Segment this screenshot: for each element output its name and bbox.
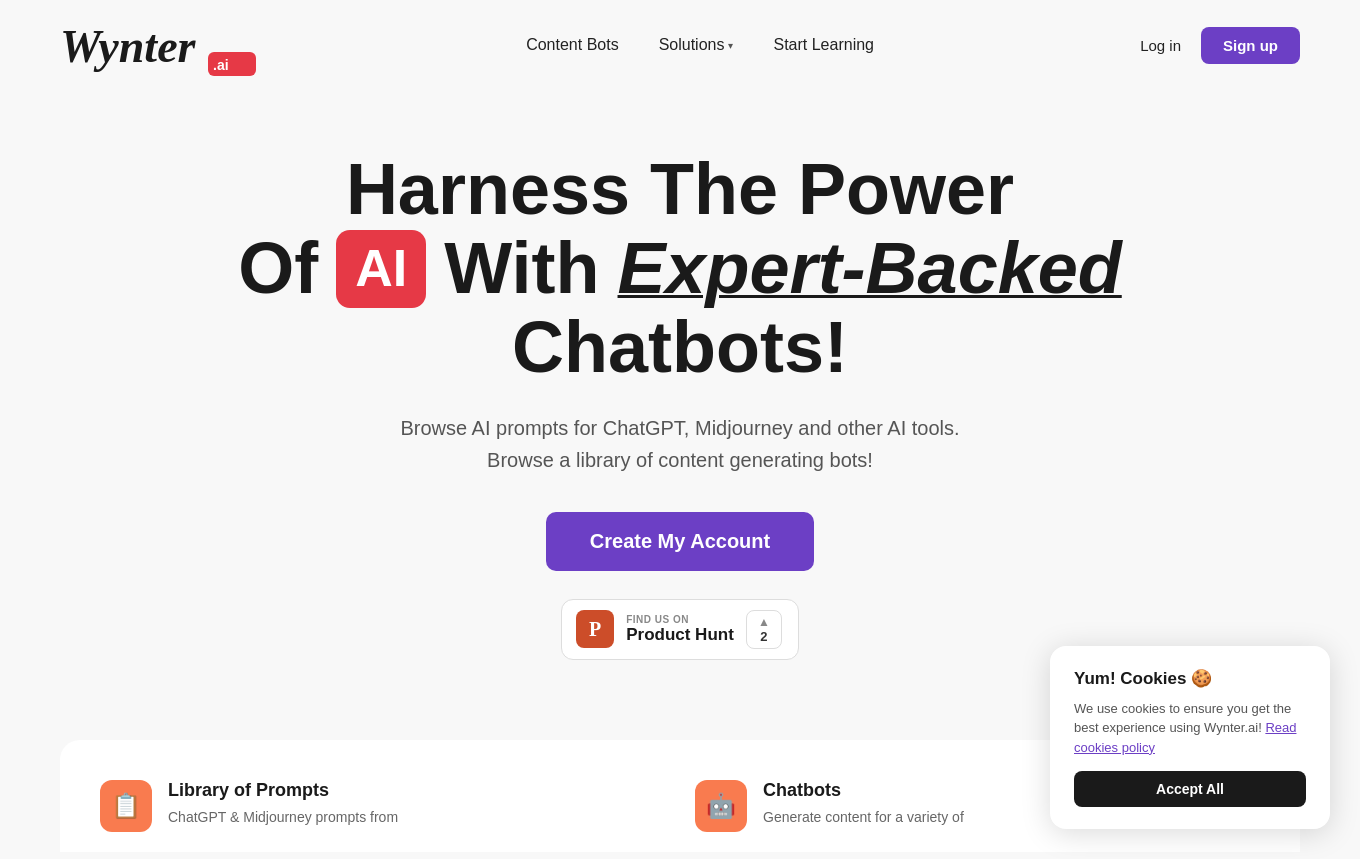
hero-section: Harness The Power Of AI With Expert-Back… [0,90,1360,700]
feature-prompts-content: Library of Prompts ChatGPT & Midjourney … [168,780,398,828]
logo[interactable]: Wynter .ai [60,10,260,80]
ph-upvote-icon: ▲ [758,615,770,629]
nav-start-learning[interactable]: Start Learning [773,36,874,54]
ph-vote-count: 2 [760,629,767,644]
svg-text:.ai: .ai [213,57,229,73]
hero-title-chatbots: Chatbots! [230,308,1130,387]
accept-cookies-button[interactable]: Accept All [1074,771,1306,807]
nav-content-bots[interactable]: Content Bots [526,36,619,54]
navigation: Wynter .ai Content Bots Solutions ▾ Star… [0,0,1360,90]
hero-title-line2: Of AI With Expert-Backed [230,229,1130,308]
feature-prompts-icon: 📋 [100,780,152,832]
nav-solutions[interactable]: Solutions ▾ [659,36,734,54]
ph-product-hunt-name: Product Hunt [626,625,734,645]
ph-text-area: FIND US ON Product Hunt [626,614,734,645]
cookie-title: Yum! Cookies 🍪 [1074,668,1306,689]
hero-title: Harness The Power Of AI With Expert-Back… [230,150,1130,388]
nav-links: Content Bots Solutions ▾ Start Learning [526,36,874,54]
feature-prompts-desc: ChatGPT & Midjourney prompts from [168,807,398,828]
feature-chatbots-icon: 🤖 [695,780,747,832]
feature-chatbots-title: Chatbots [763,780,964,801]
feature-prompts-title: Library of Prompts [168,780,398,801]
ph-vote-box[interactable]: ▲ 2 [746,610,782,649]
hero-title-line1: Harness The Power [230,150,1130,229]
hero-subtitle: Browse AI prompts for ChatGPT, Midjourne… [370,412,990,476]
nav-actions: Log in Sign up [1140,27,1300,64]
cookie-body: We use cookies to ensure you get the bes… [1074,699,1306,758]
login-button[interactable]: Log in [1140,37,1181,54]
product-hunt-icon: P [576,610,614,648]
product-hunt-badge[interactable]: P FIND US ON Product Hunt ▲ 2 [561,599,799,660]
svg-text:Wynter: Wynter [60,21,197,72]
ph-find-us-label: FIND US ON [626,614,734,625]
feature-chatbots-content: Chatbots Generate content for a variety … [763,780,964,828]
feature-prompts: 📋 Library of Prompts ChatGPT & Midjourne… [100,780,665,832]
cookie-banner: Yum! Cookies 🍪 We use cookies to ensure … [1050,646,1330,830]
feature-chatbots-desc: Generate content for a variety of [763,807,964,828]
solutions-chevron-icon: ▾ [728,40,733,51]
signup-button[interactable]: Sign up [1201,27,1300,64]
expert-backed-text: Expert-Backed [618,229,1122,308]
create-account-button[interactable]: Create My Account [546,512,814,571]
ai-badge: AI [336,230,426,308]
